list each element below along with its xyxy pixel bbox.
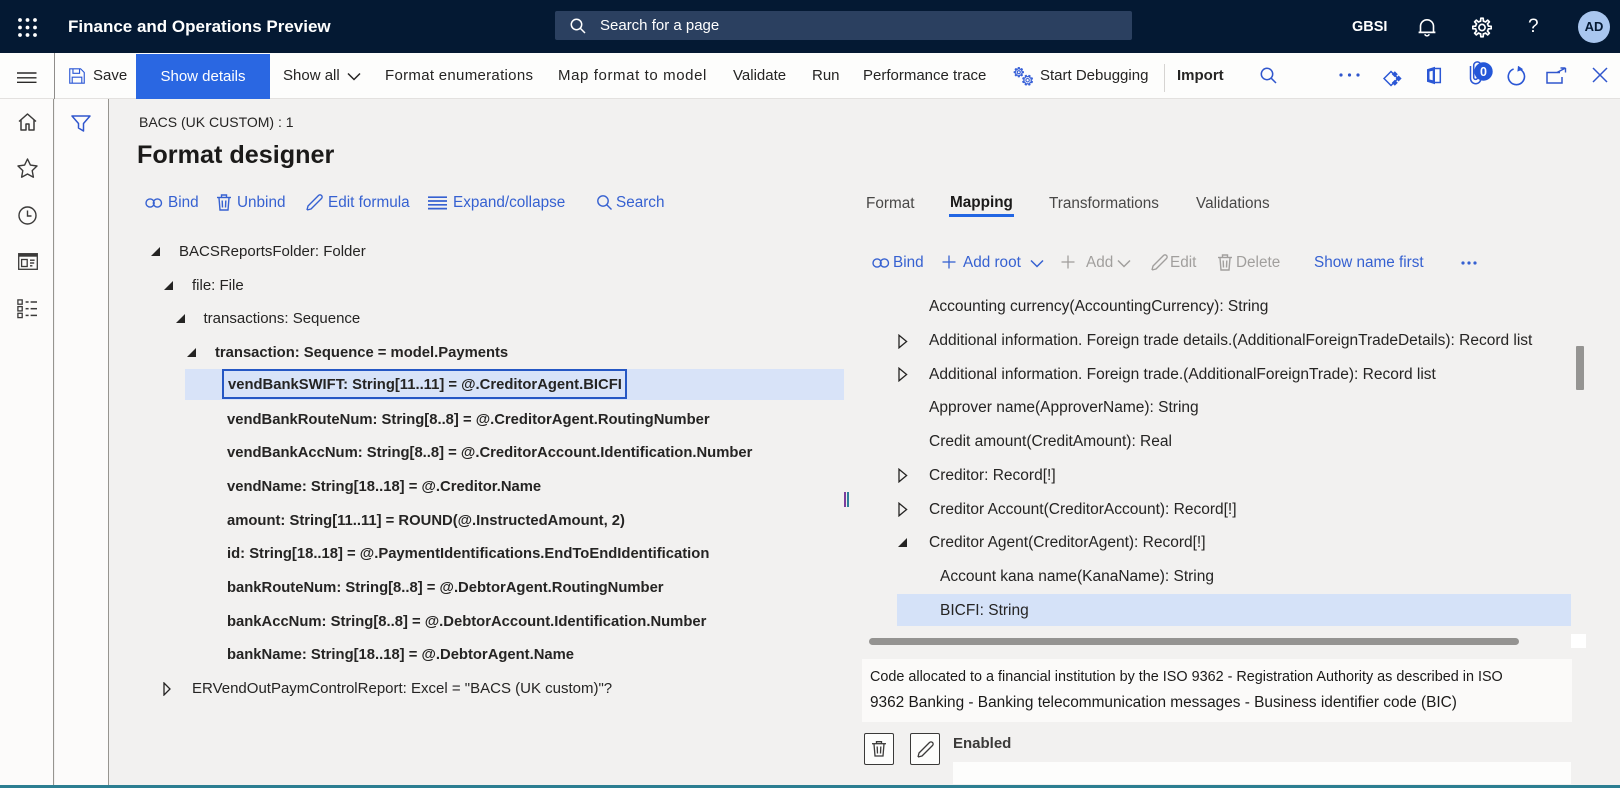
- svg-text:0: 0: [1480, 65, 1487, 79]
